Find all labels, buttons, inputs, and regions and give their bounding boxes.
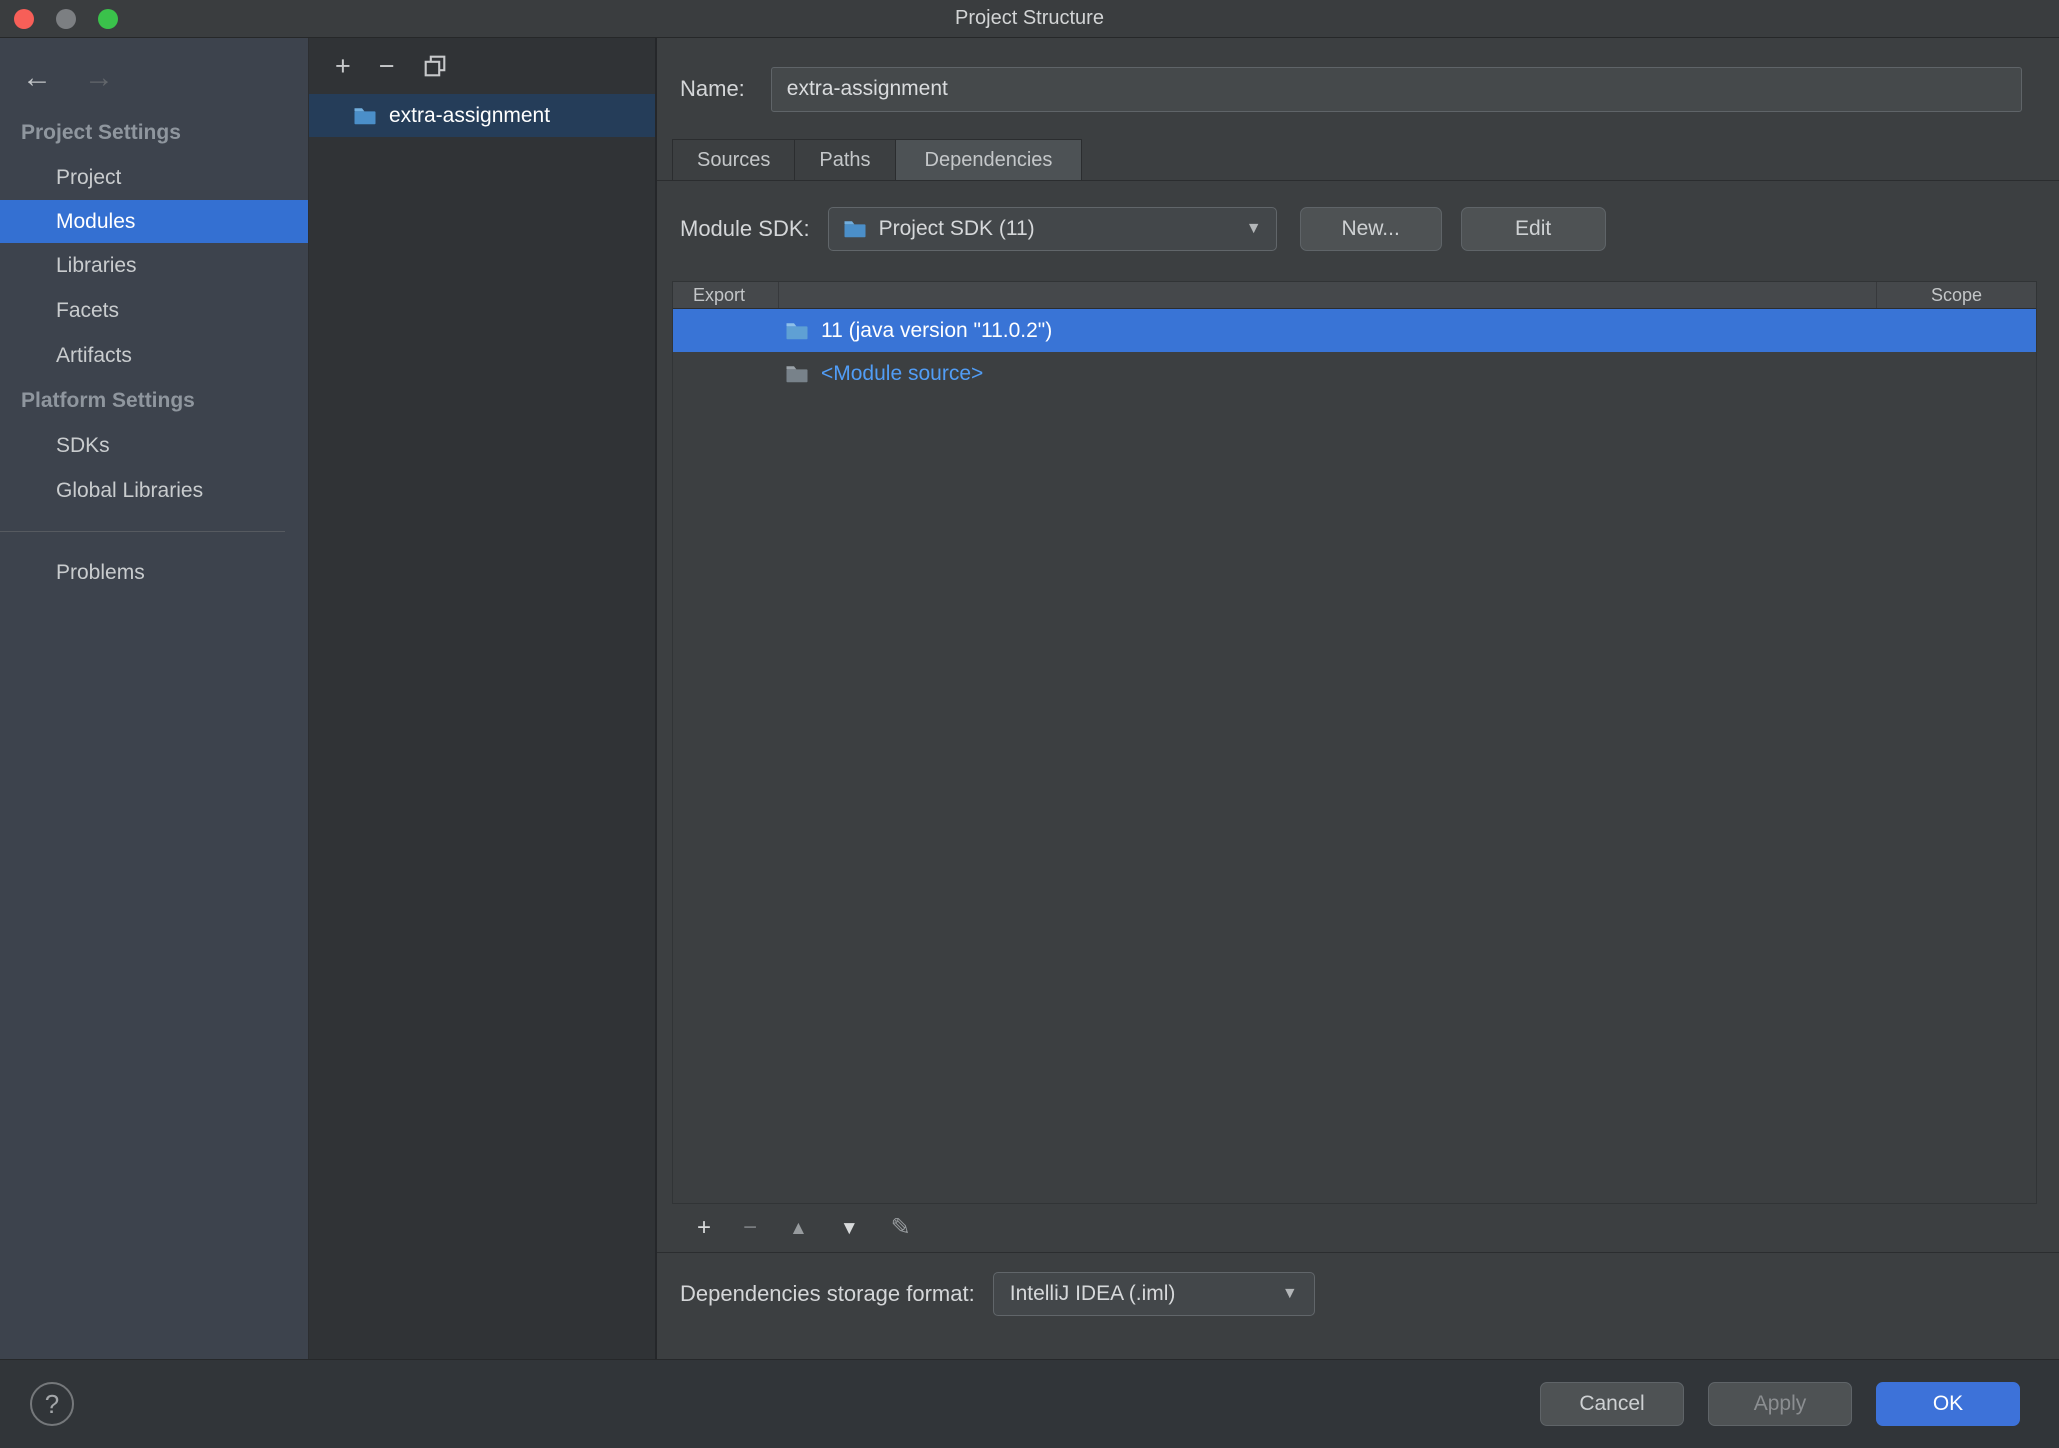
dependency-column-header xyxy=(779,282,1876,308)
name-row: Name: xyxy=(680,66,2022,112)
sdk-folder-icon xyxy=(844,221,866,238)
storage-format-value: IntelliJ IDEA (.iml) xyxy=(1009,1282,1176,1305)
sidebar-item-sdks[interactable]: SDKs xyxy=(0,423,308,468)
window-title: Project Structure xyxy=(955,7,1104,29)
add-module-icon[interactable]: + xyxy=(335,52,351,80)
close-button[interactable] xyxy=(14,8,34,29)
storage-format-row: Dependencies storage format: IntelliJ ID… xyxy=(680,1271,2059,1317)
tab-paths[interactable]: Paths xyxy=(794,139,896,180)
name-label: Name: xyxy=(680,76,745,101)
module-list-item-extra-assignment[interactable]: extra-assignment xyxy=(309,94,655,137)
history-nav: ← → xyxy=(0,56,308,100)
module-list-panel: + − extra-assignment xyxy=(308,38,657,1359)
dependency-row-jdk[interactable]: 11 (java version "11.0.2") xyxy=(673,309,2036,352)
dependency-row-label: <Module source> xyxy=(821,361,984,385)
module-sdk-label: Module SDK: xyxy=(680,216,810,241)
dependencies-toolbar: + − ▲ ▼ ✎ xyxy=(657,1204,2059,1252)
sidebar-item-problems[interactable]: Problems xyxy=(0,550,308,595)
cancel-button[interactable]: Cancel xyxy=(1540,1382,1684,1426)
help-button[interactable]: ? xyxy=(30,1382,74,1426)
bottom-padding xyxy=(657,1317,2059,1359)
dependency-row-module-source[interactable]: <Module source> xyxy=(673,352,2036,395)
ok-button[interactable]: OK xyxy=(1876,1382,2020,1426)
remove-dependency-icon[interactable]: − xyxy=(743,1216,757,1240)
sdk-edit-button[interactable]: Edit xyxy=(1460,207,1606,251)
module-sdk-row: Module SDK: Project SDK (11) ▼ New... Ed… xyxy=(680,207,2059,251)
footer-buttons: Cancel Apply OK xyxy=(1540,1382,2020,1426)
sidebar-divider xyxy=(0,531,285,532)
dependency-row-label: 11 (java version "11.0.2") xyxy=(821,318,1053,342)
tab-sources[interactable]: Sources xyxy=(672,139,796,180)
export-column-header: Export xyxy=(673,282,779,308)
storage-format-label: Dependencies storage format: xyxy=(680,1281,975,1306)
storage-format-select[interactable]: IntelliJ IDEA (.iml) ▼ xyxy=(992,1272,1315,1316)
module-list-toolbar: + − xyxy=(309,38,655,94)
copy-icon xyxy=(424,55,445,77)
edit-dependency-icon[interactable]: ✎ xyxy=(891,1216,911,1240)
move-up-icon[interactable]: ▲ xyxy=(789,1219,808,1238)
sidebar-item-artifacts[interactable]: Artifacts xyxy=(0,333,308,378)
module-source-folder-icon xyxy=(786,365,808,382)
sdk-new-button[interactable]: New... xyxy=(1299,207,1442,251)
sidebar-item-modules[interactable]: Modules xyxy=(0,200,308,243)
scope-column-header: Scope xyxy=(1876,282,2036,308)
minimize-button[interactable] xyxy=(56,8,76,29)
chevron-down-icon: ▼ xyxy=(1245,220,1262,237)
settings-sidebar: ← → Project Settings Project Modules Lib… xyxy=(0,38,308,1359)
dialog-footer: ? Cancel Apply OK xyxy=(0,1359,2059,1448)
storage-divider xyxy=(657,1252,2059,1253)
module-tabs: Sources Paths Dependencies xyxy=(657,139,2059,181)
module-sdk-value: Project SDK (11) xyxy=(878,217,1035,240)
tab-dependencies[interactable]: Dependencies xyxy=(894,139,1083,180)
sidebar-item-facets[interactable]: Facets xyxy=(0,288,308,333)
traffic-lights xyxy=(14,0,118,37)
move-down-icon[interactable]: ▼ xyxy=(840,1219,859,1238)
jdk-folder-icon xyxy=(786,322,808,339)
sidebar-item-libraries[interactable]: Libraries xyxy=(0,243,308,288)
forward-icon[interactable]: → xyxy=(84,63,114,93)
chevron-down-icon: ▼ xyxy=(1281,1285,1298,1302)
back-icon[interactable]: ← xyxy=(22,63,52,93)
titlebar: Project Structure xyxy=(0,0,2059,38)
copy-module-icon[interactable] xyxy=(423,54,447,78)
module-editor-panel: Name: Sources Paths Dependencies Module … xyxy=(657,38,2059,1359)
project-structure-window: Project Structure ← → Project Settings P… xyxy=(0,0,2059,1448)
remove-module-icon[interactable]: − xyxy=(379,52,395,80)
zoom-button[interactable] xyxy=(98,8,118,29)
dependencies-table-header: Export Scope xyxy=(673,282,2036,309)
module-name-input[interactable] xyxy=(770,66,2022,112)
module-sdk-select[interactable]: Project SDK (11) ▼ xyxy=(827,207,1277,251)
sidebar-item-project[interactable]: Project xyxy=(0,155,308,200)
add-dependency-icon[interactable]: + xyxy=(697,1216,711,1240)
module-folder-icon xyxy=(354,107,376,124)
group-header-project-settings: Project Settings xyxy=(21,120,181,144)
sidebar-item-global-libraries[interactable]: Global Libraries xyxy=(0,468,308,513)
dependencies-table: Export Scope 11 (java version "11.0.2") xyxy=(672,281,2037,1204)
module-name: extra-assignment xyxy=(389,103,551,127)
apply-button[interactable]: Apply xyxy=(1708,1382,1852,1426)
group-header-platform-settings: Platform Settings xyxy=(21,388,195,412)
